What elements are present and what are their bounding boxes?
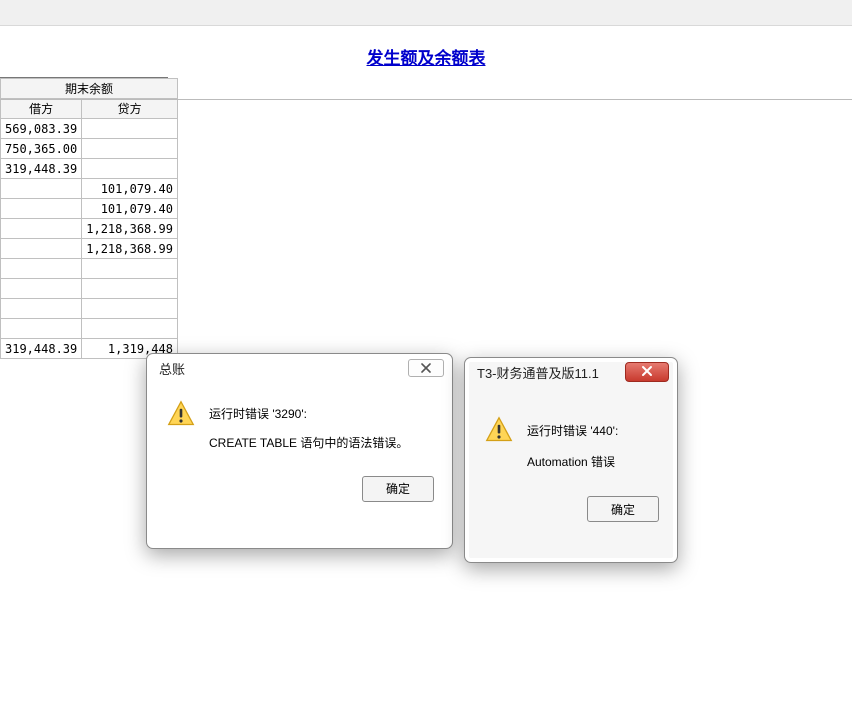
page-title-link[interactable]: 发生额及余额表 (367, 49, 486, 68)
close-icon (641, 365, 653, 380)
cell-debit (1, 259, 82, 279)
cell-debit (1, 179, 82, 199)
dialog-message: 运行时错误 '3290': CREATE TABLE 语句中的语法错误。 (209, 400, 408, 458)
cell-credit: 101,079.40 (82, 199, 178, 219)
dialog-title: T3-财务通普及版11.1 (477, 363, 599, 382)
cell-credit (82, 159, 178, 179)
table-row: 101,079.40 (1, 199, 178, 219)
error-line-1: 运行时错误 '3290': (209, 400, 408, 429)
col-credit: 贷方 (82, 99, 178, 119)
divider (0, 99, 852, 100)
table-row: 750,365.00 (1, 139, 178, 159)
cell-debit: 319,448.39 (1, 159, 82, 179)
table-row (1, 259, 178, 279)
cell-credit: 1,218,368.99 (82, 239, 178, 259)
error-line-2: Automation 错误 (527, 447, 618, 478)
error-line-1: 运行时错误 '440': (527, 416, 618, 447)
table-row: 101,079.40 (1, 179, 178, 199)
error-dialog-3290: 总账 运行时错误 '3290': CREATE TABLE 语句中的语法错误。 … (146, 353, 453, 549)
ok-button[interactable]: 确定 (587, 496, 659, 522)
table-row (1, 319, 178, 339)
warning-icon (485, 416, 513, 444)
cell-debit (1, 279, 82, 299)
close-icon (421, 361, 431, 376)
table-row: 1,218,368.99 (1, 239, 178, 259)
table-row: 319,448.39 (1, 159, 178, 179)
error-dialog-440: T3-财务通普及版11.1 运行时错误 '440': Automation 错误… (464, 357, 678, 563)
dialog-message: 运行时错误 '440': Automation 错误 (527, 416, 618, 478)
title-row: 发生额及余额表 (0, 26, 852, 77)
warning-icon (167, 400, 195, 428)
table-row (1, 299, 178, 319)
cell-debit (1, 199, 82, 219)
cell-debit (1, 299, 82, 319)
cell-debit (1, 219, 82, 239)
cell-credit (82, 139, 178, 159)
cell-credit (82, 319, 178, 339)
cell-debit: 750,365.00 (1, 139, 82, 159)
cell-debit (1, 319, 82, 339)
ok-button[interactable]: 确定 (362, 476, 434, 502)
error-line-2: CREATE TABLE 语句中的语法错误。 (209, 429, 408, 458)
cell-debit: 319,448.39 (1, 339, 82, 359)
dialog-title: 总账 (159, 359, 185, 378)
col-debit: 借方 (1, 99, 82, 119)
dialog-titlebar: T3-财务通普及版11.1 (465, 358, 677, 386)
cell-debit (1, 239, 82, 259)
menu-bar (0, 0, 852, 26)
col-group-closing-balance: 期末余额 (1, 79, 178, 99)
cell-credit (82, 119, 178, 139)
cell-credit (82, 279, 178, 299)
dialog-titlebar: 总账 (147, 354, 452, 382)
cell-credit: 101,079.40 (82, 179, 178, 199)
close-button[interactable] (408, 359, 444, 377)
cell-debit: 569,083.39 (1, 119, 82, 139)
balance-table: 期末余额 借方 贷方 569,083.39 750,365.00 319,448… (0, 77, 168, 359)
cell-credit (82, 299, 178, 319)
cell-credit: 1,218,368.99 (82, 219, 178, 239)
table-row: 569,083.39 (1, 119, 178, 139)
close-button[interactable] (625, 362, 669, 382)
cell-credit (82, 259, 178, 279)
table-row (1, 279, 178, 299)
table-row: 1,218,368.99 (1, 219, 178, 239)
